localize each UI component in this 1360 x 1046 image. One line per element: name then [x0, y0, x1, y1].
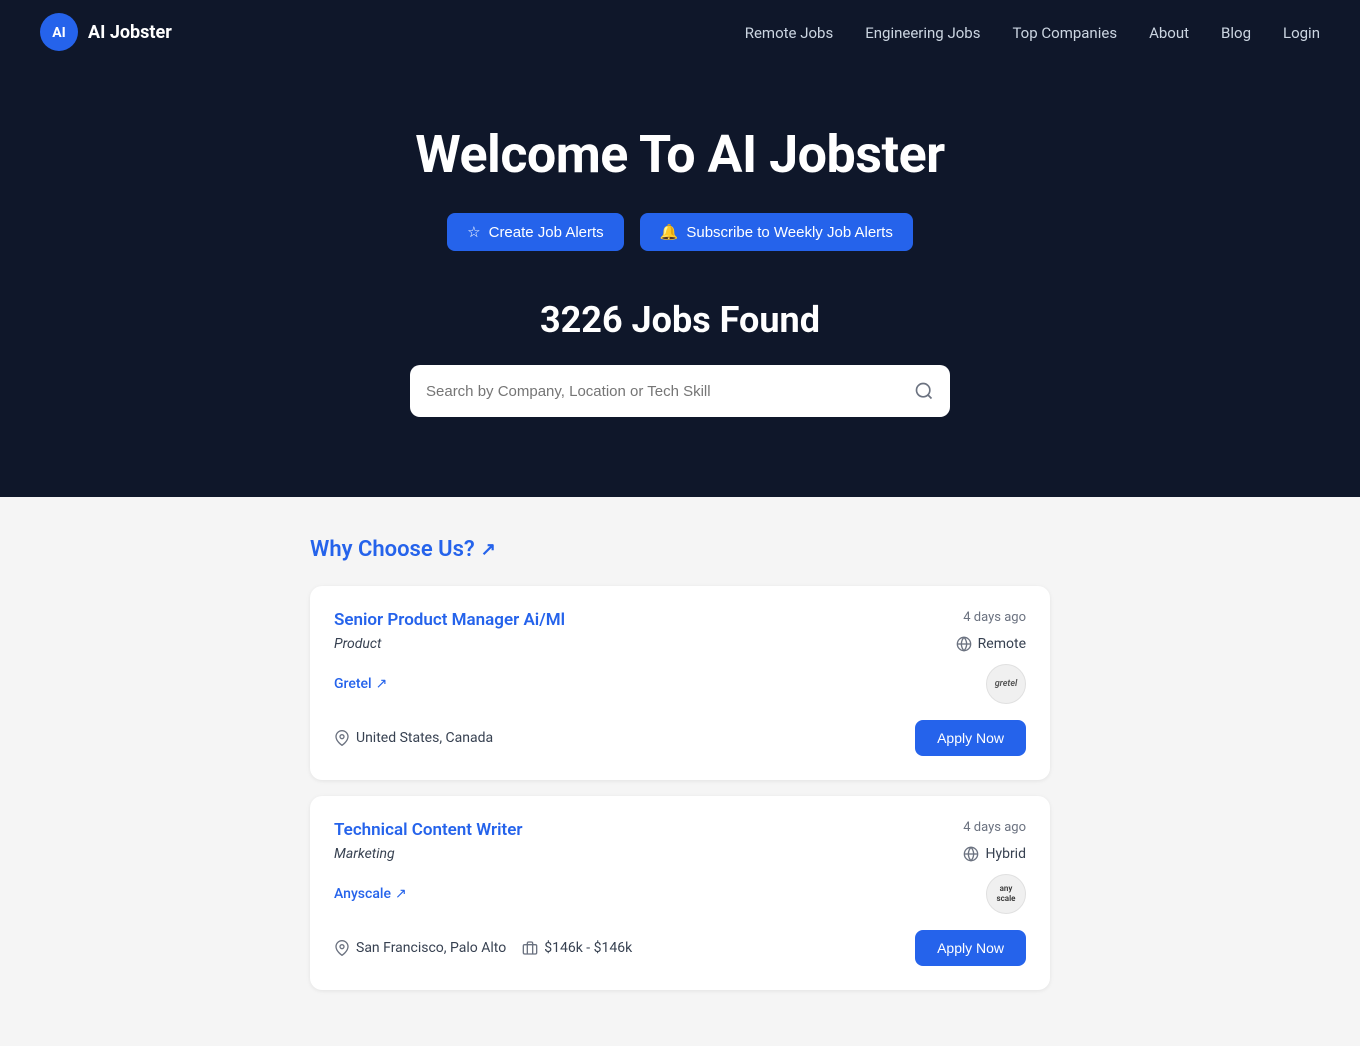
location-pin-icon: [334, 730, 350, 746]
globe-icon: [956, 636, 972, 652]
location-text: San Francisco, Palo Alto: [356, 940, 506, 956]
location-text: United States, Canada: [356, 730, 493, 746]
nav-blog[interactable]: Blog: [1221, 24, 1251, 42]
company-logo: gretel: [986, 664, 1026, 704]
company-logo: anyscale: [986, 874, 1026, 914]
company-name[interactable]: Gretel ↗: [334, 676, 387, 692]
job-title[interactable]: Technical Content Writer: [334, 820, 523, 840]
external-link-icon: ↗: [395, 886, 407, 902]
job-location: San Francisco, Palo Alto: [334, 940, 506, 956]
job-card-top: Technical Content Writer 4 days ago: [334, 820, 1026, 840]
job-card-middle: Product Remote: [334, 636, 1026, 652]
job-card-middle: Marketing Hybrid: [334, 846, 1026, 862]
location-type-label: Remote: [978, 636, 1026, 652]
logo-link[interactable]: AI AI Jobster: [40, 13, 172, 51]
job-location-type: Remote: [956, 636, 1026, 652]
location-pin-icon: [334, 940, 350, 956]
job-time: 4 days ago: [963, 610, 1026, 625]
main-content: Why Choose Us? ↗ Senior Product Manager …: [290, 497, 1070, 1046]
jobs-count: 3226 Jobs Found: [20, 299, 1340, 341]
company-name[interactable]: Anyscale ↗: [334, 886, 407, 902]
external-link-icon: ↗: [376, 676, 388, 692]
apply-now-button[interactable]: Apply Now: [915, 720, 1026, 756]
subscribe-alerts-button[interactable]: 🔔 Subscribe to Weekly Job Alerts: [640, 213, 913, 251]
hero-buttons: ☆ Create Job Alerts 🔔 Subscribe to Weekl…: [20, 213, 1340, 251]
svg-text:AI: AI: [52, 25, 66, 41]
nav-links: Remote Jobs Engineering Jobs Top Compani…: [745, 23, 1320, 42]
star-icon: ☆: [467, 223, 480, 241]
job-card-top: Senior Product Manager Ai/Ml 4 days ago: [334, 610, 1026, 630]
job-title[interactable]: Senior Product Manager Ai/Ml: [334, 610, 565, 630]
job-card-bottom: San Francisco, Palo Alto $146k - $146k A…: [334, 930, 1026, 966]
hero-title: Welcome To AI Jobster: [20, 124, 1340, 185]
section-title: Why Choose Us? ↗: [310, 537, 1050, 562]
search-bar: [410, 365, 950, 417]
logo-text: AI Jobster: [88, 22, 172, 43]
search-input[interactable]: [426, 383, 914, 400]
globe-icon: [963, 846, 979, 862]
job-category: Product: [334, 636, 381, 652]
job-time: 4 days ago: [963, 820, 1026, 835]
job-category: Marketing: [334, 846, 395, 862]
search-button[interactable]: [914, 381, 934, 401]
apply-now-button[interactable]: Apply Now: [915, 930, 1026, 966]
location-details: San Francisco, Palo Alto $146k - $146k: [334, 940, 632, 956]
nav-remote-jobs[interactable]: Remote Jobs: [745, 24, 833, 42]
salary-text: $146k - $146k: [544, 940, 632, 956]
navbar: AI AI Jobster Remote Jobs Engineering Jo…: [0, 0, 1360, 64]
job-card: Senior Product Manager Ai/Ml 4 days ago …: [310, 586, 1050, 780]
bell-icon: 🔔: [660, 223, 679, 241]
job-card-bottom: United States, Canada Apply Now: [334, 720, 1026, 756]
nav-login[interactable]: Login: [1283, 24, 1320, 42]
external-link-icon: ↗: [481, 539, 496, 560]
job-location-type: Hybrid: [963, 846, 1026, 862]
job-salary: $146k - $146k: [522, 940, 632, 956]
job-card: Technical Content Writer 4 days ago Mark…: [310, 796, 1050, 990]
nav-about[interactable]: About: [1149, 24, 1189, 42]
logo-icon: AI: [40, 13, 78, 51]
create-job-alerts-button[interactable]: ☆ Create Job Alerts: [447, 213, 624, 251]
hero-section: Welcome To AI Jobster ☆ Create Job Alert…: [0, 64, 1360, 497]
job-location: United States, Canada: [334, 730, 493, 746]
nav-top-companies[interactable]: Top Companies: [1012, 24, 1117, 42]
search-icon: [914, 381, 934, 401]
company-row: Gretel ↗ gretel: [334, 664, 1026, 704]
briefcase-icon: [522, 940, 538, 956]
company-row: Anyscale ↗ anyscale: [334, 874, 1026, 914]
nav-engineering-jobs[interactable]: Engineering Jobs: [865, 24, 980, 42]
location-type-label: Hybrid: [985, 846, 1026, 862]
